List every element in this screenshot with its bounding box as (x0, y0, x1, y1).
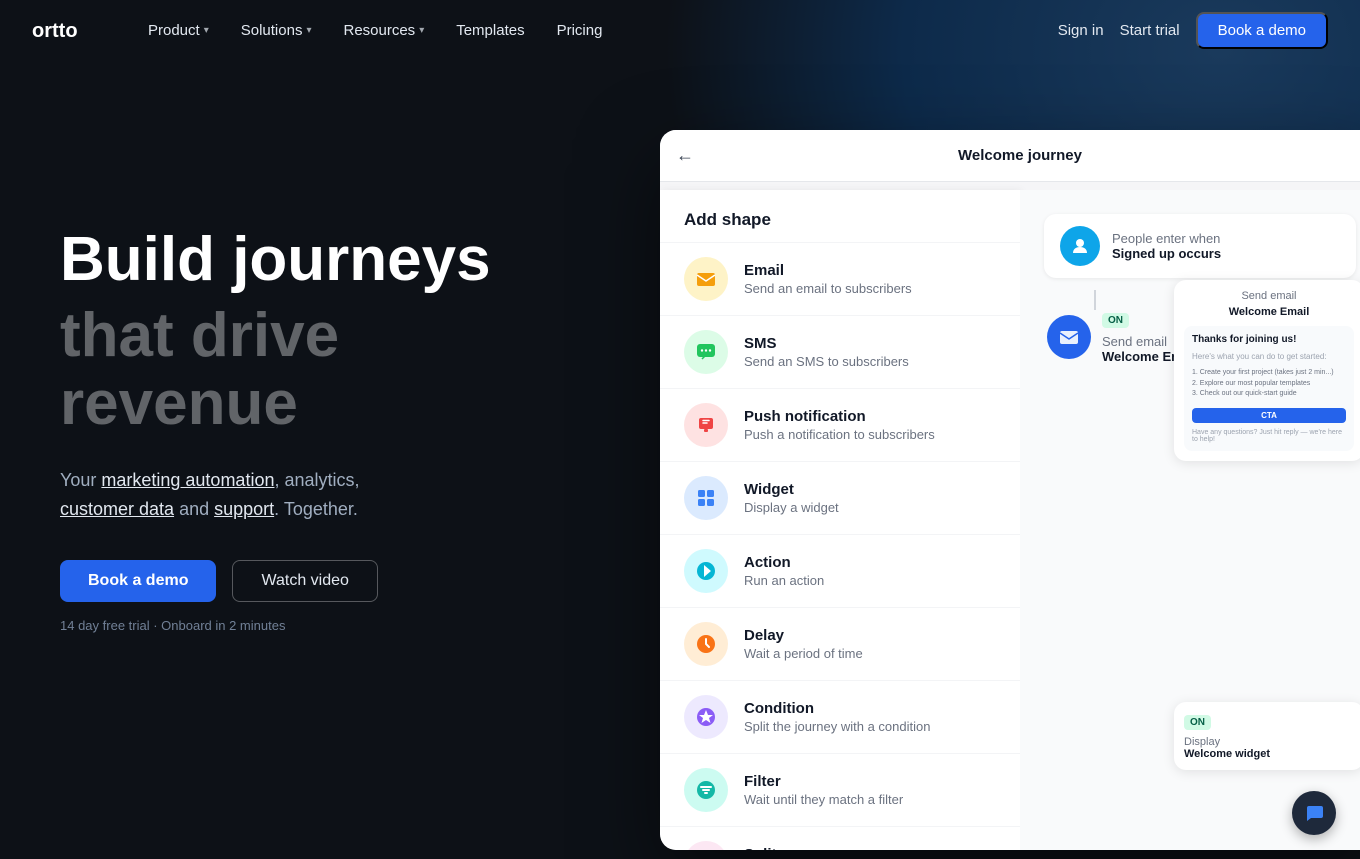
hero-right: ← Welcome journey Add shape Email Send a… (620, 100, 1360, 859)
widget-shape-name: Widget (744, 481, 996, 498)
widget-node-card: ON Display Welcome widget (1174, 702, 1360, 770)
sms-shape-icon (684, 330, 728, 374)
entry-node: People enter when Signed up occurs (1044, 214, 1356, 278)
email-preview-card: Send email Welcome Email Thanks for join… (1174, 280, 1360, 461)
chevron-down-icon: ▾ (306, 25, 311, 36)
filter-shape-desc: Wait until they match a filter (744, 792, 996, 807)
add-shape-panel: Add shape Email Send an email to subscri… (660, 190, 1020, 850)
nav-templates[interactable]: Templates (442, 16, 538, 45)
on-badge: ON (1102, 313, 1129, 328)
hero-heading-1: Build journeys (60, 226, 520, 294)
connector-line (1094, 290, 1096, 310)
delay-shape-desc: Wait a period of time (744, 646, 996, 661)
nav-resources[interactable]: Resources ▾ (329, 16, 438, 45)
hero-heading-2: that drive revenue (60, 302, 520, 438)
nav-book-demo-button[interactable]: Book a demo (1196, 12, 1328, 49)
marketing-automation-link[interactable]: marketing automation (101, 470, 274, 490)
widget-shape-desc: Display a widget (744, 500, 996, 515)
shape-item-email[interactable]: Email Send an email to subscribers (660, 243, 1020, 315)
shape-item-delay[interactable]: Delay Wait a period of time (660, 608, 1020, 680)
hero-buttons: Book a demo Watch video (60, 560, 520, 602)
signin-link[interactable]: Sign in (1058, 22, 1104, 39)
email-shape-desc: Send an email to subscribers (744, 281, 996, 296)
hero-description: Your marketing automation, analytics, cu… (60, 466, 520, 524)
nav-pricing[interactable]: Pricing (543, 16, 617, 45)
journey-content-right: People enter when Signed up occurs ON Se… (1020, 190, 1360, 850)
back-button[interactable]: ← (676, 145, 694, 166)
nav-links: Product ▾ Solutions ▾ Resources ▾ Templa… (134, 16, 1058, 45)
customer-data-link[interactable]: customer data (60, 499, 174, 519)
split-shape-icon (684, 841, 728, 850)
journey-window: ← Welcome journey Add shape Email Send a… (660, 130, 1360, 850)
condition-shape-name: Condition (744, 700, 996, 717)
filter-shape-name: Filter (744, 773, 996, 790)
start-trial-link[interactable]: Start trial (1120, 22, 1180, 39)
add-shape-title: Add shape (660, 190, 1020, 243)
svg-text:ortto: ortto (32, 20, 78, 41)
shape-item-widget[interactable]: Widget Display a widget (660, 462, 1020, 534)
push-shape-name: Push notification (744, 408, 996, 425)
navbar: ortto Product ▾ Solutions ▾ Resources ▾ … (0, 0, 1360, 60)
shape-item-filter[interactable]: Filter Wait until they match a filter (660, 754, 1020, 826)
entry-text: People enter when (1112, 231, 1221, 246)
nav-right: Sign in Start trial Book a demo (1058, 12, 1328, 49)
filter-shape-icon (684, 768, 728, 812)
shape-item-action[interactable]: Action Run an action (660, 535, 1020, 607)
hero-left: Build journeys that drive revenue Your m… (0, 0, 580, 859)
email-node-icon (1047, 315, 1091, 359)
entry-icon (1060, 226, 1100, 266)
condition-shape-desc: Split the journey with a condition (744, 719, 996, 734)
journey-title: Welcome journey (958, 147, 1082, 164)
condition-shape-icon (684, 695, 728, 739)
split-shape-name: Split (744, 846, 996, 850)
delay-shape-icon (684, 622, 728, 666)
on-badge-2: ON (1184, 715, 1211, 730)
watch-video-button[interactable]: Watch video (232, 560, 377, 602)
hero-trial-note: 14 day free trial · Onboard in 2 minutes (60, 618, 520, 633)
nav-solutions[interactable]: Solutions ▾ (227, 16, 326, 45)
logo[interactable]: ortto (32, 19, 102, 41)
shape-item-split[interactable]: Split Split the journey with percentages (660, 827, 1020, 850)
book-demo-button[interactable]: Book a demo (60, 560, 216, 602)
push-shape-icon (684, 403, 728, 447)
action-shape-icon (684, 549, 728, 593)
journey-header: ← Welcome journey (660, 130, 1360, 182)
sms-shape-name: SMS (744, 335, 996, 352)
support-link[interactable]: support (214, 499, 274, 519)
nav-product[interactable]: Product ▾ (134, 16, 223, 45)
delay-shape-name: Delay (744, 627, 996, 644)
sms-shape-desc: Send an SMS to subscribers (744, 354, 996, 369)
widget-shape-icon (684, 476, 728, 520)
entry-bold: Signed up occurs (1112, 246, 1221, 261)
shape-item-push[interactable]: Push notification Push a notification to… (660, 389, 1020, 461)
chevron-down-icon: ▾ (419, 25, 424, 36)
shape-item-sms[interactable]: SMS Send an SMS to subscribers (660, 316, 1020, 388)
shape-item-condition[interactable]: Condition Split the journey with a condi… (660, 681, 1020, 753)
chat-bubble[interactable] (1292, 791, 1336, 835)
push-shape-desc: Push a notification to subscribers (744, 427, 996, 442)
action-shape-desc: Run an action (744, 573, 996, 588)
chevron-down-icon: ▾ (204, 25, 209, 36)
email-shape-icon (684, 257, 728, 301)
action-shape-name: Action (744, 554, 996, 571)
email-shape-name: Email (744, 262, 996, 279)
